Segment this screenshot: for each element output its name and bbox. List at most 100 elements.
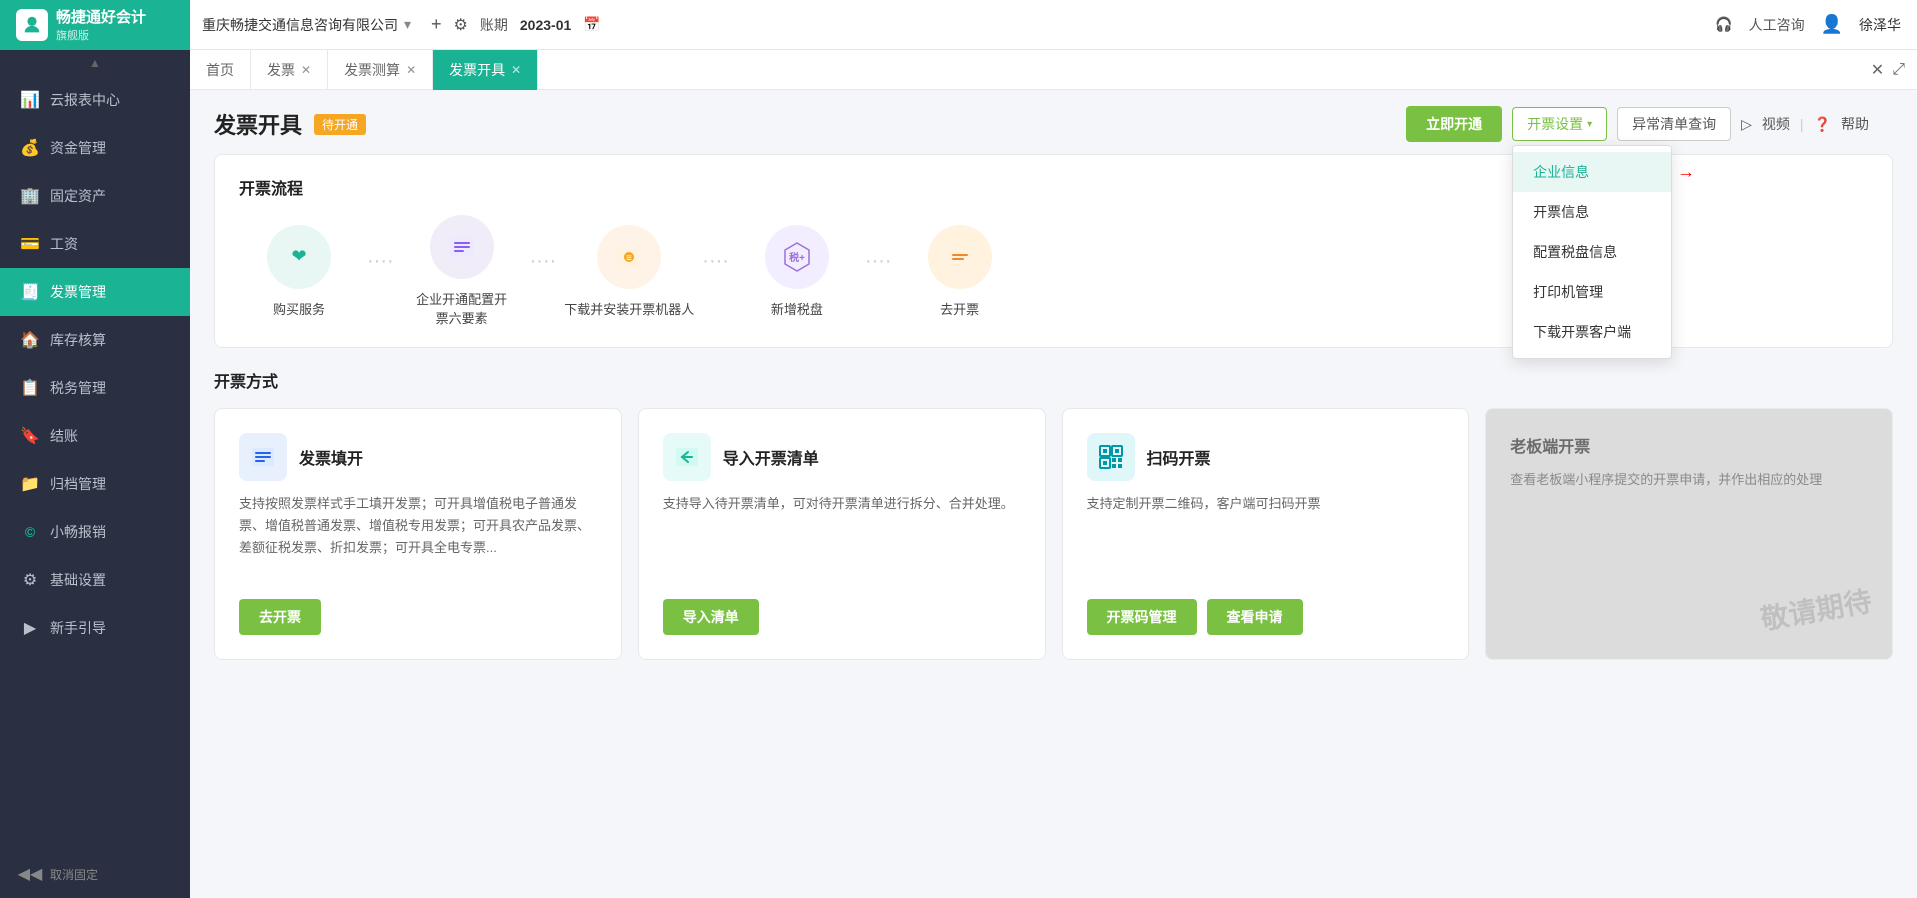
step1-icon: ❤	[267, 225, 331, 289]
step5-icon	[928, 225, 992, 289]
tab-expand-button[interactable]: ⤢	[1892, 61, 1905, 79]
sidebar-item-settings[interactable]: ⚙ 基础设置	[0, 556, 190, 604]
sidebar-item-label: 库存核算	[50, 330, 106, 350]
sidebar-item-label: 固定资产	[50, 186, 106, 206]
settings-button[interactable]: 开票设置 ▾	[1512, 107, 1607, 141]
unpin-icon: ◀◀	[20, 864, 40, 884]
step4-icon: 税+	[765, 225, 829, 289]
sidebar-item-tax[interactable]: 📋 税务管理	[0, 364, 190, 412]
methods-section-title: 开票方式	[214, 368, 1893, 392]
dropdown-item-tax-config[interactable]: 配置税盘信息	[1513, 232, 1671, 272]
company-selector[interactable]: 重庆畅捷交通信息咨询有限公司 ▾	[202, 15, 411, 35]
svg-text:税+: 税+	[789, 251, 805, 264]
sidebar-item-salary[interactable]: 💳 工资	[0, 220, 190, 268]
tab-home[interactable]: 首页	[190, 50, 251, 90]
dropdown-item-download-client[interactable]: 下载开票客户端	[1513, 312, 1671, 352]
support-icon: 🎧	[1715, 16, 1732, 33]
step3-label: 下载并安装开票机器人	[564, 299, 694, 318]
dropdown-item-printer[interactable]: 打印机管理	[1513, 272, 1671, 312]
sidebar-item-inventory[interactable]: 🏠 库存核算	[0, 316, 190, 364]
divider: |	[1800, 116, 1804, 132]
user-avatar-icon: 👤	[1821, 14, 1843, 35]
logo-subtitle: 旗舰版	[56, 27, 146, 43]
step-arrow-4: ····	[865, 250, 892, 293]
import-card-title: 导入开票清单	[723, 445, 819, 469]
tab-invoice-calc[interactable]: 发票测算 ✕	[328, 50, 433, 90]
qr-card-title: 扫码开票	[1147, 445, 1211, 469]
dropdown-item-invoice-info[interactable]: 开票信息	[1513, 192, 1671, 232]
red-arrow-icon: →	[1677, 162, 1695, 183]
add-tab-button[interactable]: +	[431, 14, 442, 35]
qr-card-icon	[1087, 433, 1135, 481]
sidebar-item-invoice[interactable]: 🧾 发票管理	[0, 268, 190, 316]
flow-step-2: 企业开通配置开票六要素	[402, 215, 522, 327]
fund-icon: 💰	[20, 138, 40, 158]
boss-card-desc: 查看老板端小程序提交的开票申请，并作出相应的处理	[1510, 469, 1868, 559]
method-cards: 发票填开 支持按照发票样式手工填开发票；可开具增值税电子普通发票、增值税普通发票…	[214, 408, 1893, 660]
content-area: 首页 发票 ✕ 发票测算 ✕ 发票开具 ✕ ✕ ⤢	[190, 50, 1917, 898]
settings-sidebar-icon: ⚙	[20, 570, 40, 590]
expense-icon: ©	[20, 522, 40, 542]
dropdown-item-company[interactable]: 企业信息 →	[1513, 152, 1671, 192]
logo-icon	[16, 9, 48, 41]
sidebar-item-expense[interactable]: © 小畅报销	[0, 508, 190, 556]
qr-view-apply-button[interactable]: 查看申请	[1207, 599, 1303, 635]
sidebar-item-label: 发票管理	[50, 282, 106, 302]
sidebar-item-fixed-assets[interactable]: 🏢 固定资产	[0, 172, 190, 220]
tab-invoice-issue[interactable]: 发票开具 ✕	[433, 50, 538, 90]
settings-icon[interactable]: ⚙	[454, 15, 468, 35]
flow-step-3: ≡ 下载并安装开票机器人	[564, 225, 694, 318]
tab-invoice-issue-close[interactable]: ✕	[511, 63, 521, 77]
boss-card-title: 老板端开票	[1510, 433, 1590, 457]
sidebar-item-label: 资金管理	[50, 138, 106, 158]
method-card-fill-header: 发票填开	[239, 433, 597, 481]
logo-text-block: 畅捷通好会计 旗舰版	[56, 6, 146, 43]
calendar-icon[interactable]: 📅	[583, 16, 600, 33]
help-icon: ❓	[1814, 116, 1831, 133]
exception-button[interactable]: 异常清单查询	[1617, 107, 1731, 141]
salary-icon: 💳	[20, 234, 40, 254]
help-label[interactable]: 帮助	[1841, 114, 1869, 134]
method-card-import: 导入开票清单 支持导入待开票清单，可对待开票清单进行拆分、合并处理。 导入清单	[638, 408, 1046, 660]
support-label[interactable]: 人工咨询	[1749, 15, 1805, 35]
step4-label: 新增税盘	[771, 299, 823, 318]
period-label: 账期	[480, 15, 508, 35]
sidebar-item-guide[interactable]: ▶ 新手引导	[0, 604, 190, 652]
method-card-boss-header: 老板端开票	[1510, 433, 1868, 457]
user-name: 徐泽华	[1859, 15, 1901, 35]
sidebar-item-label: 小畅报销	[50, 522, 106, 542]
activate-button[interactable]: 立即开通	[1406, 106, 1502, 142]
tab-invoice-calc-label: 发票测算	[344, 60, 400, 80]
sidebar-item-fund[interactable]: 💰 资金管理	[0, 124, 190, 172]
step3-icon: ≡	[597, 225, 661, 289]
sidebar-item-label: 结账	[50, 426, 78, 446]
video-icon: ▷	[1741, 116, 1752, 133]
scroll-up-button[interactable]: ▲	[0, 50, 190, 76]
invoice-icon: 🧾	[20, 282, 40, 302]
sidebar-item-closing[interactable]: 🔖 结账	[0, 412, 190, 460]
step-arrow-3: ····	[702, 250, 729, 293]
status-badge: 待开通	[314, 114, 366, 135]
tab-invoice[interactable]: 发票 ✕	[251, 50, 328, 90]
method-card-fill: 发票填开 支持按照发票样式手工填开发票；可开具增值税电子普通发票、增值税普通发票…	[214, 408, 622, 660]
tab-invoice-calc-close[interactable]: ✕	[406, 63, 416, 77]
guide-icon: ▶	[20, 618, 40, 638]
step-arrow-2: ····	[530, 250, 557, 293]
logo-area: 畅捷通好会计 旗舰版	[0, 0, 190, 50]
import-card-button[interactable]: 导入清单	[663, 599, 759, 635]
settings-dropdown-menu: 企业信息 → 开票信息 配置税盘信息 打印机管理	[1512, 145, 1672, 359]
sidebar-item-label: 取消固定	[50, 866, 98, 883]
header-actions: 立即开通 开票设置 ▾ 企业信息 →	[1406, 106, 1869, 142]
sidebar-item-label: 云报表中心	[50, 90, 120, 110]
video-label[interactable]: 视频	[1762, 114, 1790, 134]
import-card-desc: 支持导入待开票清单，可对待开票清单进行拆分、合并处理。	[663, 493, 1021, 583]
tab-close-button[interactable]: ✕	[1871, 60, 1884, 80]
sidebar-item-archive[interactable]: 📁 归档管理	[0, 460, 190, 508]
tab-invoice-close[interactable]: ✕	[301, 63, 311, 77]
sidebar-item-cloud-reports[interactable]: 📊 云报表中心	[0, 76, 190, 124]
qr-card-desc: 支持定制开票二维码，客户端可扫码开票	[1087, 493, 1445, 583]
fill-card-button[interactable]: 去开票	[239, 599, 321, 635]
step1-label: 购买服务	[273, 299, 325, 318]
sidebar-item-unpin[interactable]: ◀◀ 取消固定	[0, 850, 190, 898]
qr-code-manage-button[interactable]: 开票码管理	[1087, 599, 1197, 635]
